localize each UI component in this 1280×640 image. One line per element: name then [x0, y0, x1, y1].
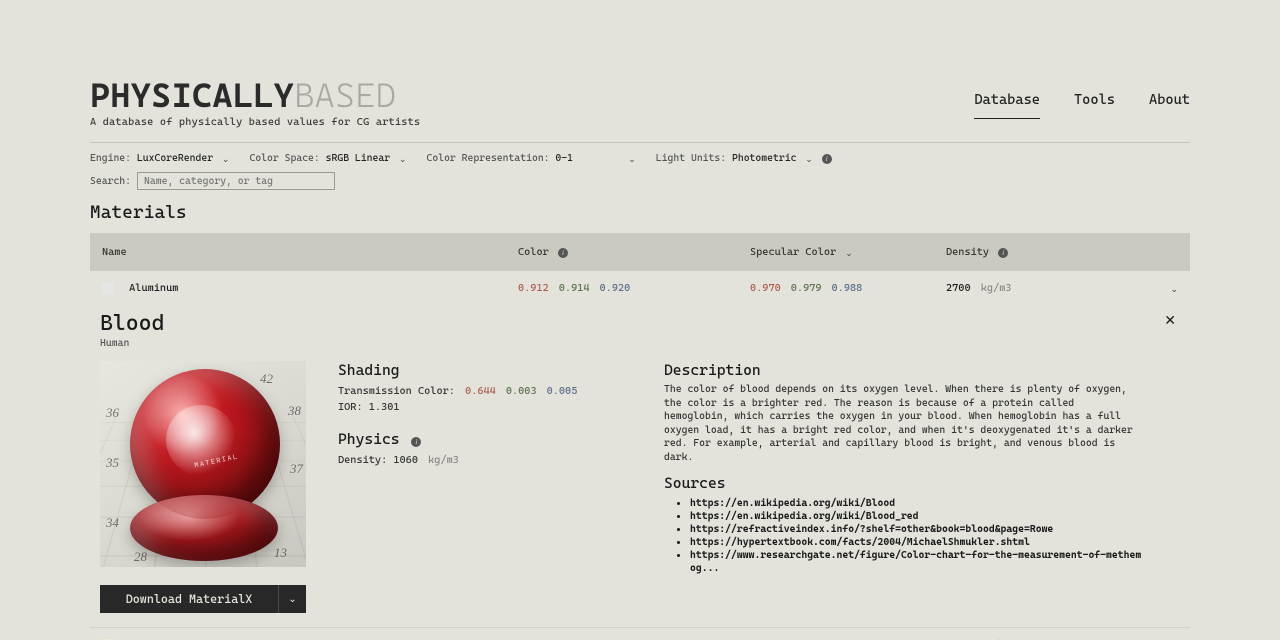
toolbar: Engine: LuxCoreRender ⌄ Color Space: sRG… — [90, 143, 1190, 170]
logo-strong: PHYSICALLY — [90, 75, 294, 115]
info-icon[interactable]: i — [558, 248, 568, 258]
colorspace-value: sRGB Linear — [326, 153, 390, 164]
colorrep-control[interactable]: Color Representation: 0-1 ⌄ — [426, 153, 635, 164]
physics-density-value: 1060 — [393, 454, 418, 466]
engine-control[interactable]: Engine: LuxCoreRender ⌄ — [90, 153, 229, 164]
search-label: Search: — [90, 176, 131, 187]
source-link[interactable]: https://en.wikipedia.org/wiki/Blood — [690, 498, 895, 509]
table-row[interactable]: Aluminum 0.912 0.914 0.920 0.970 0.979 0… — [90, 271, 1190, 305]
shading-heading: Shading — [338, 361, 632, 379]
th-density[interactable]: Density — [946, 246, 989, 258]
nav-item-database[interactable]: Database — [974, 92, 1040, 119]
chevron-down-icon: ⌄ — [222, 155, 230, 165]
tagline: A database of physically based values fo… — [90, 116, 420, 128]
density-value: 2700 — [946, 282, 971, 294]
sources-heading: Sources — [664, 474, 1144, 492]
material-detail: Blood Human ✕ 36 35 34 28 42 38 37 13 — [90, 305, 1190, 628]
info-icon[interactable]: i — [411, 437, 421, 447]
source-link[interactable]: https://www.researchgate.net/figure/Colo… — [690, 550, 1141, 574]
expand-icon[interactable]: ⌄ — [1170, 285, 1178, 295]
transmission-r: 0.644 — [465, 383, 496, 399]
chevron-down-icon: ⌄ — [845, 249, 853, 259]
info-icon[interactable]: i — [822, 154, 832, 164]
transmission-g: 0.003 — [506, 383, 537, 399]
description-text: The color of blood depends on its oxygen… — [664, 383, 1144, 464]
ior-label: IOR: — [338, 401, 363, 413]
density-unit: kg/m3 — [981, 282, 1012, 294]
download-split-button[interactable]: ⌄ — [278, 585, 306, 613]
sources-list: https://en.wikipedia.org/wiki/Blood http… — [664, 496, 1144, 574]
color-r: 0.912 — [518, 282, 549, 294]
colorspace-control[interactable]: Color Space: sRGB Linear ⌄ — [249, 153, 406, 164]
color-swatch — [102, 283, 113, 294]
info-icon[interactable]: i — [998, 248, 1008, 258]
search-input[interactable] — [137, 172, 335, 190]
transmission-b: 0.005 — [547, 383, 578, 399]
lightunits-control[interactable]: Light Units: Photometric ⌄ i — [656, 153, 832, 164]
specular-values: 0.970 0.979 0.988 — [750, 282, 862, 294]
transmission-label: Transmission Color: — [338, 385, 455, 397]
lightunits-value: Photometric — [732, 153, 796, 164]
spec-r: 0.970 — [750, 282, 781, 294]
source-link[interactable]: https://en.wikipedia.org/wiki/Blood_red — [690, 511, 919, 522]
logo-light: BASED — [294, 75, 396, 115]
material-preview: 36 35 34 28 42 38 37 13 MATERIAL — [100, 361, 306, 567]
main-nav: Database Tools About — [974, 78, 1190, 119]
colorrep-label: Color Representation: — [426, 153, 549, 164]
colorspace-label: Color Space: — [249, 153, 319, 164]
physics-heading: Physics — [338, 430, 400, 448]
spec-b: 0.988 — [832, 282, 863, 294]
physics-density-label: Density: — [338, 454, 387, 466]
color-g: 0.914 — [559, 282, 590, 294]
th-color[interactable]: Color — [518, 246, 549, 258]
color-b: 0.920 — [600, 282, 631, 294]
lightunits-label: Light Units: — [656, 153, 726, 164]
th-name[interactable]: Name — [102, 246, 518, 258]
nav-item-about[interactable]: About — [1149, 92, 1190, 119]
download-materialx-button[interactable]: Download MaterialX — [100, 585, 278, 613]
description-heading: Description — [664, 361, 1144, 379]
color-values: 0.912 0.914 0.920 — [518, 282, 630, 294]
engine-label: Engine: — [90, 153, 131, 164]
detail-title: Blood — [100, 311, 164, 336]
source-link[interactable]: https://hypertextbook.com/facts/2004/Mic… — [690, 537, 1030, 548]
chevron-down-icon: ⌄ — [628, 155, 636, 165]
ior-value: 1.301 — [369, 401, 400, 413]
chevron-down-icon: ⌄ — [399, 155, 407, 165]
section-title-materials: Materials — [90, 202, 1190, 223]
chevron-down-icon: ⌄ — [805, 155, 813, 165]
physics-density-unit: kg/m3 — [428, 454, 459, 466]
table-row[interactable]: Bone 0.793 0.793 0.664 - 1900 kg/m3 i ⌄ — [90, 628, 1190, 640]
table-header: Name Color i Specular Color ⌄ Density i — [90, 233, 1190, 271]
source-link[interactable]: https://refractiveindex.info/?shelf=othe… — [690, 524, 1053, 535]
close-button[interactable]: ✕ — [1160, 311, 1180, 331]
engine-value: LuxCoreRender — [137, 153, 213, 164]
logo: PHYSICALLYBASED — [90, 78, 420, 112]
colorrep-value: 0-1 — [555, 153, 619, 164]
spec-g: 0.979 — [791, 282, 822, 294]
detail-category: Human — [100, 338, 164, 349]
th-specular-color[interactable]: Specular Color — [750, 246, 836, 258]
material-name: Aluminum — [129, 282, 178, 294]
nav-item-tools[interactable]: Tools — [1074, 92, 1115, 119]
logo-block: PHYSICALLYBASED A database of physically… — [90, 78, 420, 128]
